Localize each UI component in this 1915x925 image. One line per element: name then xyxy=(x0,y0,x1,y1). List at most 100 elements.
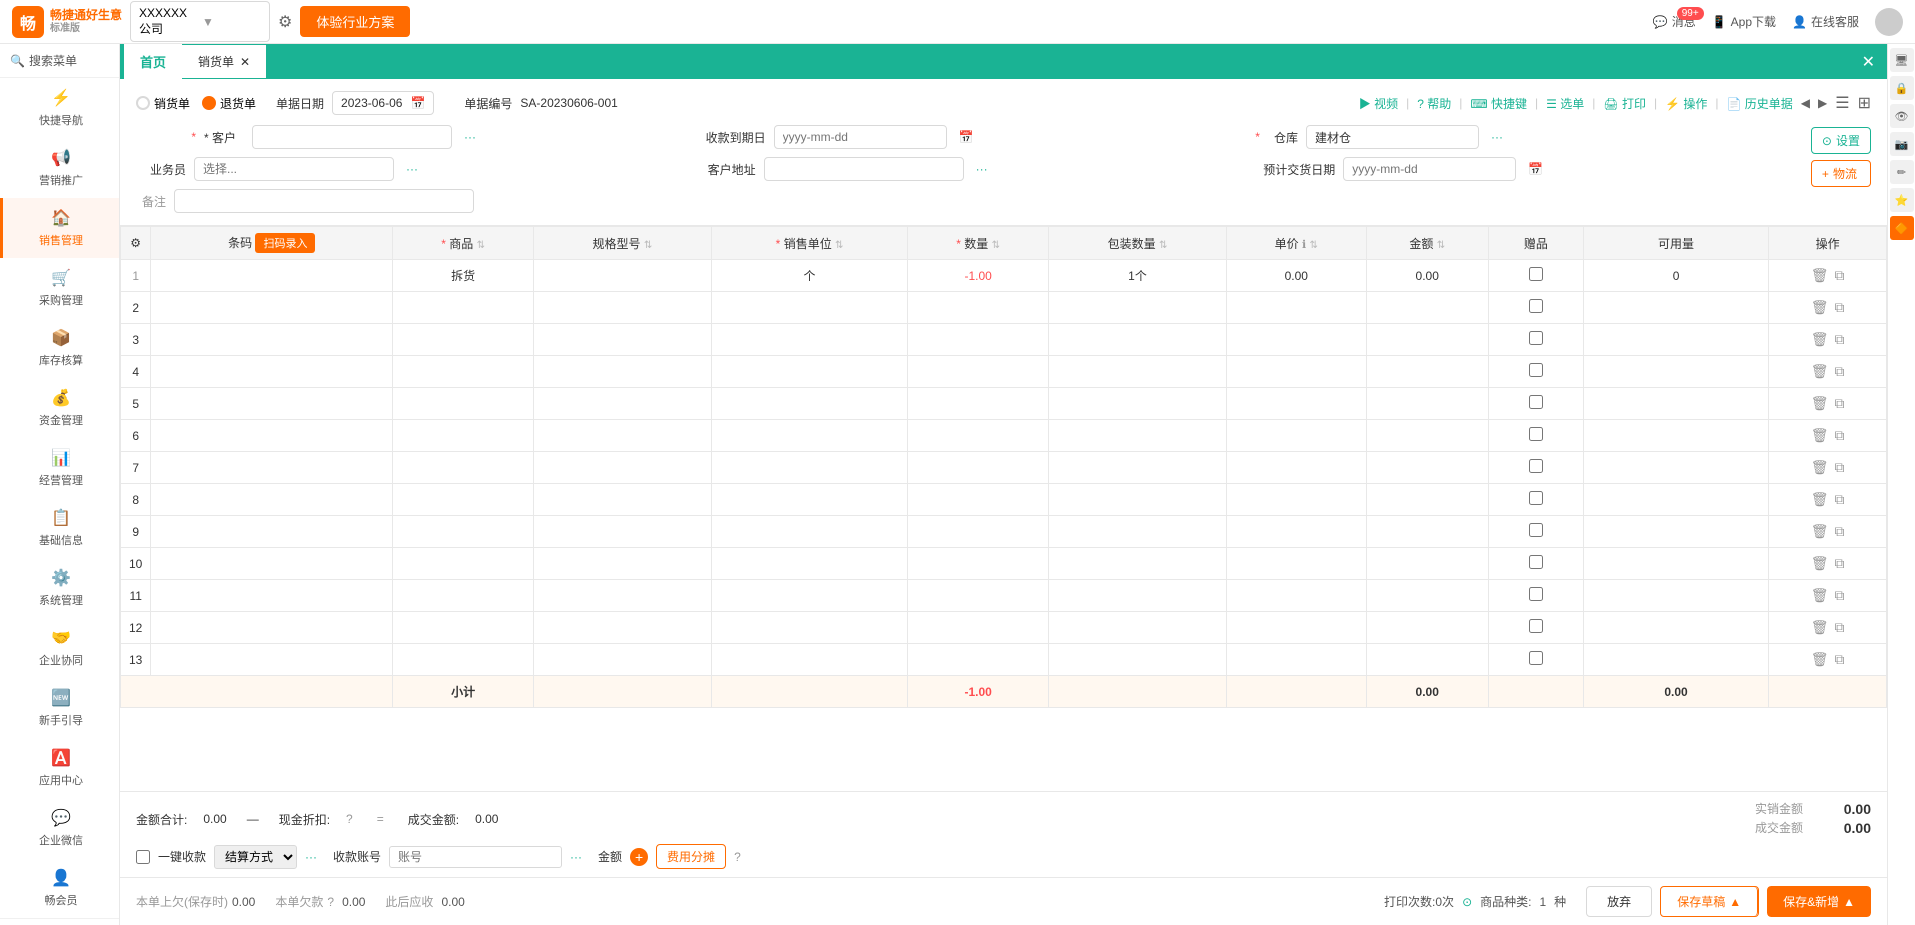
row-qty[interactable] xyxy=(908,548,1049,580)
radio-sale[interactable]: 销货单 xyxy=(136,95,190,112)
row-price[interactable] xyxy=(1226,388,1366,420)
row-unit[interactable] xyxy=(711,644,907,676)
sidebar-item-basics[interactable]: 📋 基础信息 xyxy=(0,498,119,558)
message-button[interactable]: 💬 消息 99+ xyxy=(1653,13,1696,30)
row-gift[interactable] xyxy=(1488,644,1583,676)
discount-info-icon[interactable]: ? xyxy=(346,812,353,826)
row-pkgqty[interactable]: 1个 xyxy=(1049,260,1227,292)
row-gift[interactable] xyxy=(1488,484,1583,516)
gift-checkbox[interactable] xyxy=(1529,395,1543,409)
row-price[interactable] xyxy=(1226,324,1366,356)
settings-icon[interactable]: ⚙ xyxy=(278,12,292,32)
row-goods[interactable]: 拆货 xyxy=(393,260,534,292)
tab-home[interactable]: 首页 xyxy=(124,44,182,79)
sidebar-item-operations[interactable]: 📊 经营管理 xyxy=(0,438,119,498)
row-goods[interactable] xyxy=(393,452,534,484)
row-spec[interactable] xyxy=(534,580,712,612)
sidebar-item-appstore[interactable]: 🅰️ 应用中心 xyxy=(0,738,119,798)
row-barcode[interactable] xyxy=(151,356,393,388)
row-price[interactable] xyxy=(1226,292,1366,324)
toolbar-next[interactable]: ▶ xyxy=(1818,96,1827,110)
settings-button[interactable]: ⊙ 设置 xyxy=(1811,127,1871,154)
copy-icon[interactable]: ⧉ xyxy=(1835,363,1845,380)
copy-icon[interactable]: ⧉ xyxy=(1835,299,1845,316)
row-qty[interactable] xyxy=(908,324,1049,356)
avatar[interactable] xyxy=(1875,8,1903,36)
toolbar-print[interactable]: 🖨 打印 xyxy=(1603,95,1646,112)
delete-icon[interactable]: 🗑 xyxy=(1811,459,1829,476)
row-barcode[interactable] xyxy=(151,388,393,420)
due-date-input[interactable] xyxy=(774,125,947,149)
row-barcode[interactable] xyxy=(151,644,393,676)
copy-icon[interactable]: ⧉ xyxy=(1835,427,1845,444)
row-amount[interactable] xyxy=(1366,292,1488,324)
gift-checkbox[interactable] xyxy=(1529,267,1543,281)
copy-icon[interactable]: ⧉ xyxy=(1835,555,1845,572)
row-amount[interactable] xyxy=(1366,324,1488,356)
copy-icon[interactable]: ⧉ xyxy=(1835,651,1845,668)
logistics-button[interactable]: + 物流 xyxy=(1811,160,1871,187)
row-barcode[interactable] xyxy=(151,484,393,516)
date-field[interactable]: 2023-06-06 📅 xyxy=(332,91,434,115)
row-gift[interactable] xyxy=(1488,388,1583,420)
row-gift[interactable] xyxy=(1488,452,1583,484)
row-pkgqty[interactable] xyxy=(1049,292,1227,324)
sidebar-item-inventory[interactable]: 📦 库存核算 xyxy=(0,318,119,378)
table-settings-icon[interactable]: ⚙ xyxy=(130,236,141,250)
row-qty[interactable] xyxy=(908,356,1049,388)
row-price[interactable] xyxy=(1226,356,1366,388)
copy-icon[interactable]: ⧉ xyxy=(1835,267,1845,284)
gift-checkbox[interactable] xyxy=(1529,523,1543,537)
calendar-icon[interactable]: 📅 xyxy=(410,96,425,110)
row-barcode[interactable] xyxy=(151,548,393,580)
tab-close-all[interactable]: ✕ xyxy=(1850,52,1887,72)
row-qty[interactable]: -1.00 xyxy=(908,260,1049,292)
row-pkgqty[interactable] xyxy=(1049,324,1227,356)
row-goods[interactable] xyxy=(393,580,534,612)
row-qty[interactable] xyxy=(908,420,1049,452)
save-new-button[interactable]: 保存&新增 ▲ xyxy=(1767,886,1871,917)
price-info-icon[interactable]: ℹ xyxy=(1302,239,1306,251)
rp-icon-6[interactable]: 🔶 xyxy=(1890,216,1914,240)
row-pkgqty[interactable] xyxy=(1049,356,1227,388)
app-download-button[interactable]: 📱 App下载 xyxy=(1712,13,1776,30)
sidebar-item-marketing[interactable]: 📢 营销推广 xyxy=(0,138,119,198)
rp-icon-5[interactable]: ⭐ xyxy=(1890,188,1914,212)
sidebar-item-wechat[interactable]: 💬 企业微信 xyxy=(0,798,119,858)
gift-checkbox[interactable] xyxy=(1529,587,1543,601)
row-gift[interactable] xyxy=(1488,420,1583,452)
row-goods[interactable] xyxy=(393,612,534,644)
row-goods[interactable] xyxy=(393,356,534,388)
row-qty[interactable] xyxy=(908,580,1049,612)
toolbar-help[interactable]: ? 帮助 xyxy=(1417,95,1451,112)
row-price[interactable] xyxy=(1226,452,1366,484)
product-types-icon[interactable]: ⊙ xyxy=(1462,895,1472,909)
gift-checkbox[interactable] xyxy=(1529,299,1543,313)
toolbar-select[interactable]: ☰ 选单 xyxy=(1546,95,1584,112)
gift-checkbox[interactable] xyxy=(1529,491,1543,505)
row-unit[interactable] xyxy=(711,452,907,484)
sidebar-search[interactable]: 🔍 搜索菜单 xyxy=(0,44,119,78)
sidebar-item-members[interactable]: 👤 畅会员 xyxy=(0,858,119,918)
row-goods[interactable] xyxy=(393,324,534,356)
delete-icon[interactable]: 🗑 xyxy=(1811,427,1829,444)
copy-icon[interactable]: ⧉ xyxy=(1835,331,1845,348)
company-selector[interactable]: XXXXXX公司 ▼ xyxy=(130,1,270,42)
row-spec[interactable] xyxy=(534,644,712,676)
row-price[interactable]: 0.00 xyxy=(1226,260,1366,292)
gift-checkbox[interactable] xyxy=(1529,651,1543,665)
row-unit[interactable] xyxy=(711,612,907,644)
add-payment-button[interactable]: + xyxy=(630,848,648,866)
row-spec[interactable] xyxy=(534,452,712,484)
row-spec[interactable] xyxy=(534,484,712,516)
row-gift[interactable] xyxy=(1488,580,1583,612)
row-spec[interactable] xyxy=(534,612,712,644)
row-qty[interactable] xyxy=(908,292,1049,324)
rp-icon-3[interactable]: 📷 xyxy=(1890,132,1914,156)
one-key-payment-checkbox[interactable] xyxy=(136,850,150,864)
delete-icon[interactable]: 🗑 xyxy=(1811,587,1829,604)
row-spec[interactable] xyxy=(534,420,712,452)
copy-icon[interactable]: ⧉ xyxy=(1835,459,1845,476)
row-spec[interactable] xyxy=(534,388,712,420)
row-amount[interactable] xyxy=(1366,516,1488,548)
